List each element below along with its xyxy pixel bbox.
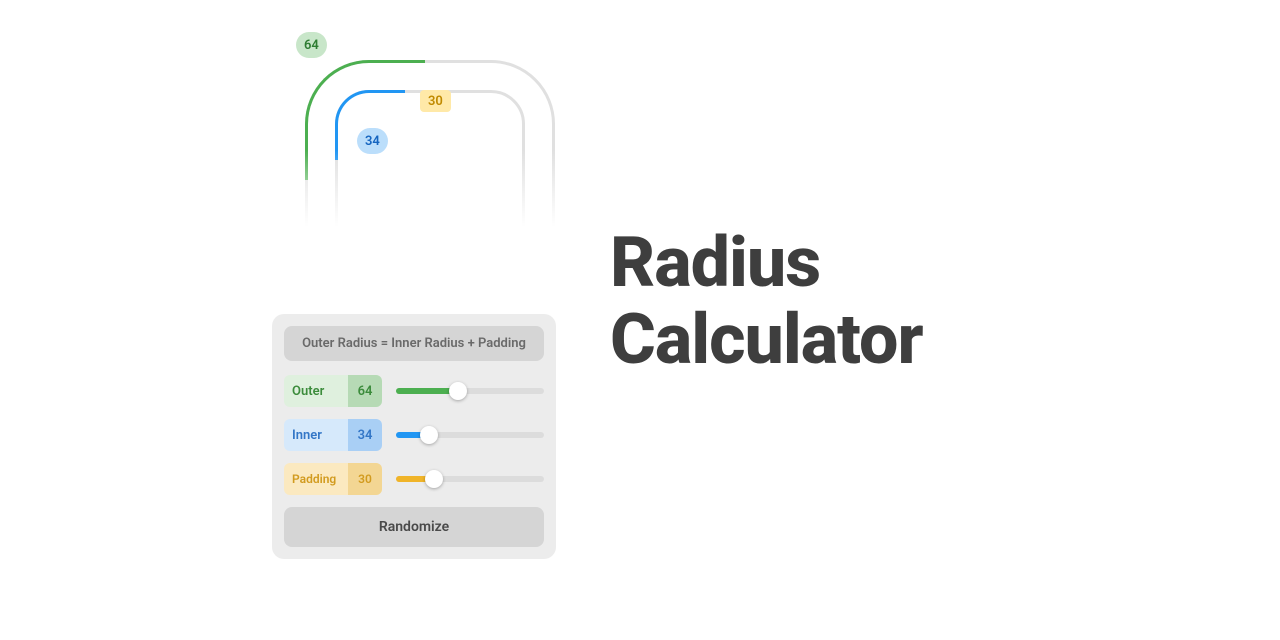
inner-value-badge: 34 (357, 128, 388, 154)
outer-slider-row: Outer 64 (284, 375, 544, 407)
inner-label-text: Inner (284, 419, 348, 451)
padding-slider[interactable] (396, 476, 544, 482)
padding-slider-thumb[interactable] (425, 470, 443, 488)
inner-value-text: 34 (348, 419, 382, 451)
outer-label-chip: Outer 64 (284, 375, 382, 407)
outer-value-badge: 64 (296, 32, 327, 58)
outer-slider[interactable] (396, 388, 544, 394)
inner-slider-row: Inner 34 (284, 419, 544, 451)
controls-panel: Outer Radius = Inner Radius + Padding Ou… (272, 314, 556, 559)
padding-label-text: Padding (284, 463, 348, 495)
padding-value-badge: 30 (420, 90, 451, 112)
outer-label-text: Outer (284, 375, 348, 407)
inner-slider[interactable] (396, 432, 544, 438)
inner-slider-thumb[interactable] (420, 426, 438, 444)
page-title: Radius Calculator (610, 225, 923, 379)
title-line-2: Calculator (610, 302, 923, 379)
formula-display: Outer Radius = Inner Radius + Padding (284, 326, 544, 361)
padding-value-text: 30 (348, 463, 382, 495)
outer-slider-thumb[interactable] (449, 382, 467, 400)
padding-label-chip: Padding 30 (284, 463, 382, 495)
padding-slider-row: Padding 30 (284, 463, 544, 495)
randomize-button[interactable]: Randomize (284, 507, 544, 547)
radius-preview: 64 30 34 (280, 10, 580, 270)
outer-value-text: 64 (348, 375, 382, 407)
title-line-1: Radius (610, 225, 923, 302)
inner-label-chip: Inner 34 (284, 419, 382, 451)
